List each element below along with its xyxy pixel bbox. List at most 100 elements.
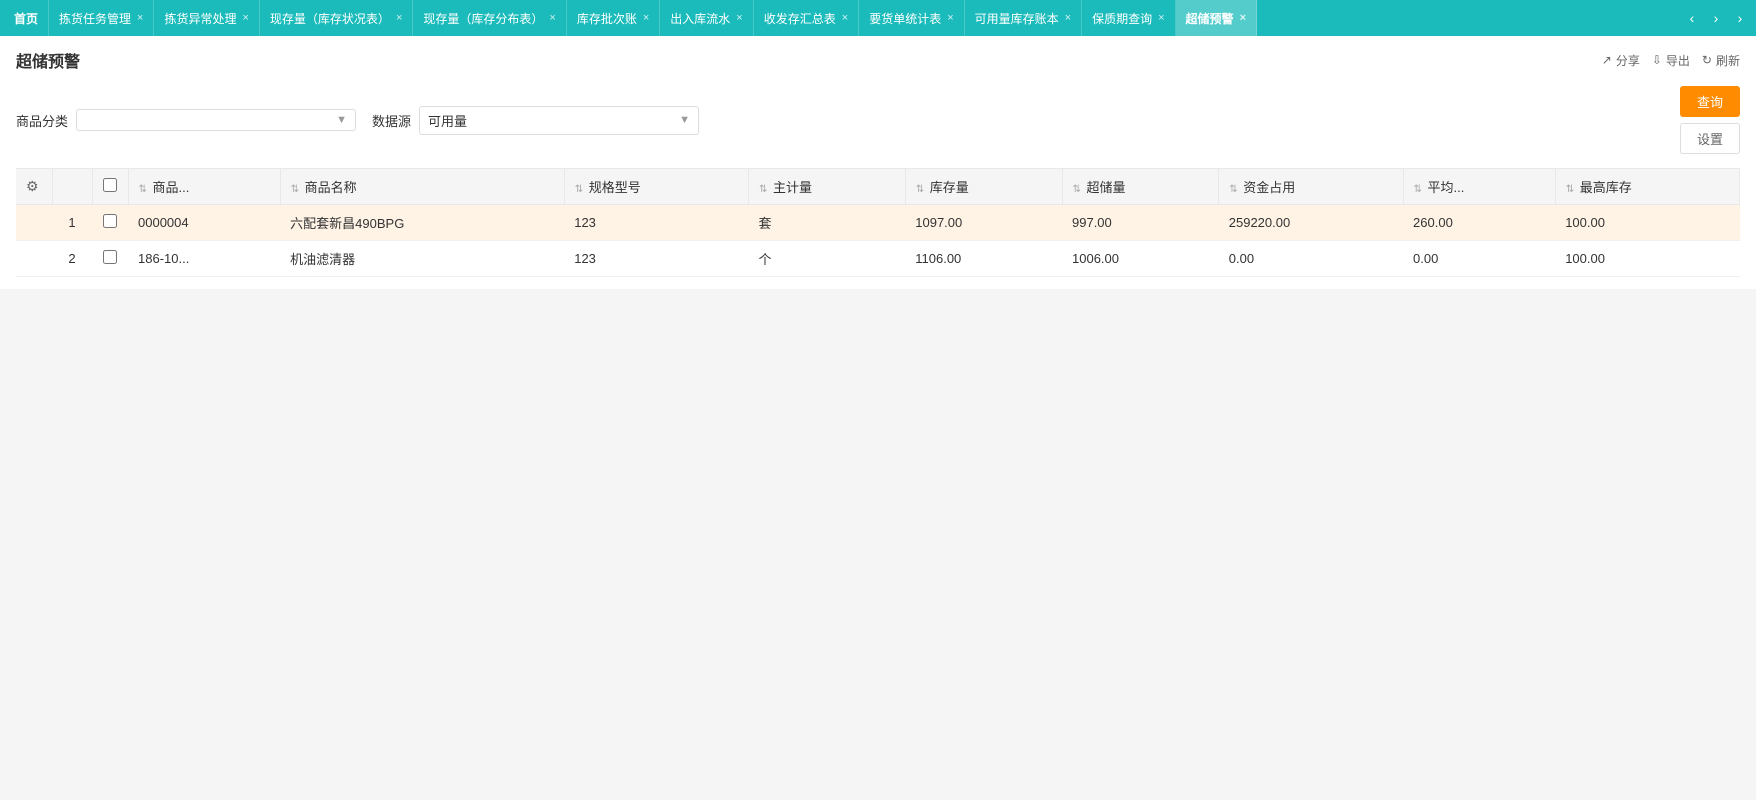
nav-tab-quality-label: 保质期查询 (1092, 10, 1152, 27)
filter-bar: 商品分类 ▼ 数据源 可用量 ▼ 查询 设置 (16, 86, 1740, 154)
th-stock: ⇅ 库存量 (905, 169, 1062, 205)
td-checkbox-1 (92, 241, 128, 277)
row-checkbox-0[interactable] (103, 214, 117, 228)
nav-tab-exception[interactable]: 拣货异常处理 × (154, 0, 259, 36)
td-avg-1: 0.00 (1403, 241, 1555, 277)
settings-button[interactable]: 设置 (1680, 123, 1740, 154)
th-product-code: ⇅ 商品... (128, 169, 280, 205)
td-avg-0: 260.00 (1403, 205, 1555, 241)
th-capital: ⇅ 资金占用 (1219, 169, 1403, 205)
th-product-name: ⇅ 商品名称 (280, 169, 564, 205)
sort-icon-unit[interactable]: ⇅ (759, 184, 767, 195)
th-checkbox (92, 169, 128, 205)
category-label: 商品分类 (16, 111, 68, 130)
page-title: 超储预警 (16, 48, 80, 72)
th-capital-label: 资金占用 (1243, 180, 1295, 195)
sort-icon-stock[interactable]: ⇅ (916, 184, 924, 195)
td-checkbox-0 (92, 205, 128, 241)
th-max-stock-label: 最高库存 (1580, 180, 1632, 195)
nav-tab-collect-label: 收发存汇总表 (764, 10, 836, 27)
td-overstock-0: 997.00 (1062, 205, 1219, 241)
select-all-checkbox[interactable] (103, 178, 117, 192)
nav-tab-inventory-dist[interactable]: 现存量（库存分布表） × (413, 0, 566, 36)
export-button[interactable]: ⇩ 导出 (1652, 52, 1690, 69)
share-button[interactable]: ↗ 分享 (1602, 52, 1640, 69)
td-stock-0: 1097.00 (905, 205, 1062, 241)
th-spec: ⇅ 规格型号 (564, 169, 748, 205)
nav-tab-home-label: 首页 (14, 10, 38, 27)
top-nav: 首页 拣货任务管理 × 拣货异常处理 × 现存量（库存状况表） × 现存量（库存… (0, 0, 1756, 36)
category-select[interactable]: ▼ (76, 109, 356, 131)
nav-tab-overstock[interactable]: 超储预警 × (1176, 0, 1257, 36)
th-unit-label: 主计量 (773, 180, 812, 195)
nav-tab-quality-close[interactable]: × (1158, 12, 1164, 24)
nav-tab-collect-close[interactable]: × (842, 12, 848, 24)
nav-arrows: ‹ › › (1680, 0, 1752, 36)
th-avg-label: 平均... (1428, 180, 1465, 195)
nav-prev-button[interactable]: ‹ (1680, 0, 1704, 36)
nav-tab-overstock-close[interactable]: × (1240, 12, 1246, 24)
nav-tab-order-stats[interactable]: 要货单统计表 × (859, 0, 964, 36)
nav-tab-task[interactable]: 拣货任务管理 × (49, 0, 154, 36)
nav-tab-order-stats-close[interactable]: × (947, 12, 953, 24)
refresh-button[interactable]: ↻ 刷新 (1702, 52, 1740, 69)
nav-tab-available-close[interactable]: × (1065, 12, 1071, 24)
settings-gear-icon[interactable]: ⚙ (26, 178, 39, 194)
td-num-1: 2 (52, 241, 92, 277)
td-product-code-1: 186-10... (128, 241, 280, 277)
nav-tab-batch[interactable]: 库存批次账 × (567, 0, 660, 36)
row-checkbox-1[interactable] (103, 250, 117, 264)
sort-icon-capital[interactable]: ⇅ (1229, 184, 1237, 195)
th-gear: ⚙ (16, 169, 52, 205)
sort-icon-product-name[interactable]: ⇅ (291, 184, 299, 195)
nav-tab-inventory-status-close[interactable]: × (396, 12, 402, 24)
td-unit-1: 个 (749, 241, 906, 277)
share-label: 分享 (1616, 52, 1640, 69)
datasource-select[interactable]: 可用量 ▼ (419, 106, 699, 135)
th-num (52, 169, 92, 205)
page-header: 超储预警 ↗ 分享 ⇩ 导出 ↻ 刷新 (16, 48, 1740, 72)
nav-tab-flow[interactable]: 出入库流水 × (660, 0, 753, 36)
td-product-code-0: 0000004 (128, 205, 280, 241)
th-product-name-label: 商品名称 (305, 180, 357, 195)
sort-icon-max-stock[interactable]: ⇅ (1566, 184, 1574, 195)
category-filter-group: 商品分类 ▼ (16, 109, 356, 131)
nav-tab-inventory-status-label: 现存量（库存状况表） (270, 10, 390, 27)
th-unit: ⇅ 主计量 (749, 169, 906, 205)
td-overstock-1: 1006.00 (1062, 241, 1219, 277)
td-spec-0: 123 (564, 205, 748, 241)
nav-tab-overstock-label: 超储预警 (1186, 10, 1234, 27)
refresh-icon: ↻ (1702, 53, 1712, 67)
th-overstock: ⇅ 超储量 (1062, 169, 1219, 205)
nav-tab-home[interactable]: 首页 (4, 0, 49, 36)
sort-icon-product-code[interactable]: ⇅ (139, 184, 147, 195)
nav-next-button[interactable]: › (1704, 0, 1728, 36)
nav-tab-inventory-dist-close[interactable]: × (549, 12, 555, 24)
refresh-label: 刷新 (1716, 52, 1740, 69)
nav-tab-batch-label: 库存批次账 (577, 10, 637, 27)
table-body: 1 0000004 六配套新昌490BPG 123 套 1097.00 997.… (16, 205, 1740, 277)
sort-icon-spec[interactable]: ⇅ (575, 184, 583, 195)
nav-tab-flow-close[interactable]: × (736, 12, 742, 24)
export-icon: ⇩ (1652, 53, 1662, 67)
td-capital-0: 259220.00 (1219, 205, 1403, 241)
query-button[interactable]: 查询 (1680, 86, 1740, 117)
nav-tab-task-label: 拣货任务管理 (59, 10, 131, 27)
nav-tab-exception-close[interactable]: × (242, 12, 248, 24)
td-unit-0: 套 (749, 205, 906, 241)
nav-tab-quality[interactable]: 保质期查询 × (1082, 0, 1175, 36)
nav-tab-task-close[interactable]: × (137, 12, 143, 24)
td-capital-1: 0.00 (1219, 241, 1403, 277)
th-product-code-label: 商品... (153, 180, 190, 195)
td-num-0: 1 (52, 205, 92, 241)
nav-tab-collect[interactable]: 收发存汇总表 × (754, 0, 859, 36)
nav-tab-inventory-dist-label: 现存量（库存分布表） (423, 10, 543, 27)
datasource-chevron-down-icon: ▼ (679, 114, 690, 126)
nav-tab-available-label: 可用量库存账本 (975, 10, 1059, 27)
nav-tab-available[interactable]: 可用量库存账本 × (965, 0, 1082, 36)
sort-icon-overstock[interactable]: ⇅ (1073, 184, 1081, 195)
sort-icon-avg[interactable]: ⇅ (1414, 184, 1422, 195)
nav-last-button[interactable]: › (1728, 0, 1752, 36)
nav-tab-batch-close[interactable]: × (643, 12, 649, 24)
nav-tab-inventory-status[interactable]: 现存量（库存状况表） × (260, 0, 413, 36)
